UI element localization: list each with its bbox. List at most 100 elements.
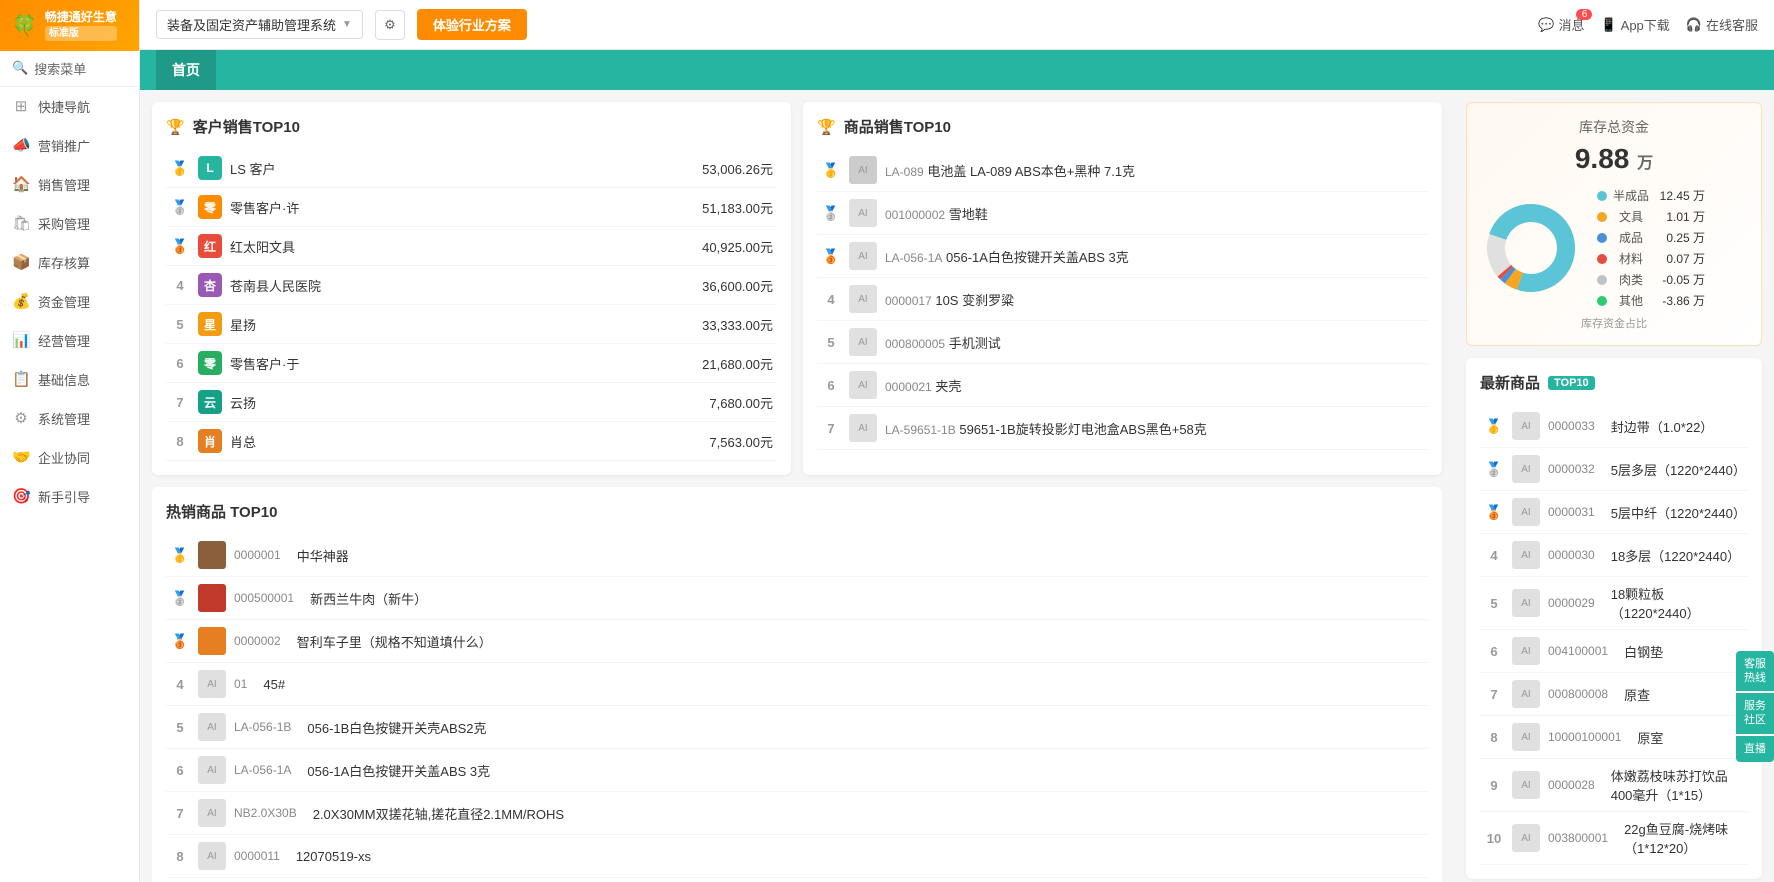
hot-product-item: 7 AI NB2.0X30B 2.0X30MM双搓花轴,搓花直径2.1MM/RO… (166, 792, 1428, 835)
sidebar-item-basics[interactable]: 📋 基础信息 (0, 360, 139, 399)
app-download-button[interactable]: 📱 App下载 (1600, 15, 1669, 34)
rank-avatar: 杏 (198, 273, 222, 297)
new-product-item: 4 AI 0000030 18多层（1220*2440） (1480, 534, 1748, 577)
new-product-item: 6 AI 004100001 白钢垫 (1480, 630, 1748, 673)
rank-item: 7 云 云扬 7,680.00元 (166, 383, 777, 422)
quick-nav-icon: ⊞ (12, 97, 30, 115)
logo-icon: 🍀 (12, 13, 37, 38)
message-button[interactable]: 💬 消息 6 (1538, 15, 1584, 34)
product-image (198, 584, 226, 612)
product-image: AI (198, 670, 226, 698)
sidebar-item-inventory[interactable]: 📦 库存核算 (0, 243, 139, 282)
product-image: AI (198, 799, 226, 827)
rank-number: 5 (821, 335, 841, 350)
sidebar-item-sales[interactable]: 🏠 销售管理 (0, 165, 139, 204)
rank-name: LS 客户 (230, 159, 694, 178)
rank-value: 40,925.00元 (702, 237, 773, 256)
rank-number: 6 (170, 763, 190, 778)
rank-value: 21,680.00元 (702, 354, 773, 373)
sidebar-item-label: 营销推广 (38, 136, 90, 155)
customer-ranking-card: 🏆 客户销售TOP10 🥇 L LS 客户 53,006.26元 🥈 零 (152, 102, 791, 475)
legend-item: 半成品 12.45 万 (1597, 187, 1705, 204)
rank-number: 6 (170, 356, 190, 371)
hot-products-list: 🥇 0000001 中华神器 🥈 000500001 新西兰牛肉（新牛） 🥉 (166, 534, 1428, 882)
rank-value: 51,183.00元 (702, 198, 773, 217)
sidebar-item-purchase[interactable]: 🛍 采购管理 (0, 204, 139, 243)
rank-value: 7,563.00元 (709, 432, 773, 451)
rank-number: 7 (821, 421, 841, 436)
sidebar-item-guide[interactable]: 🎯 新手引导 (0, 477, 139, 516)
sidebar-item-label: 企业协同 (38, 448, 90, 467)
rank-item: 8 肖 肖总 7,563.00元 (166, 422, 777, 461)
new-product-item: 🥉 AI 0000031 5层中纤（1220*2440） (1480, 491, 1748, 534)
tab-home[interactable]: 首页 (156, 50, 216, 90)
float-buttons: 客服热线 服务社区 直播 (1736, 651, 1774, 762)
legend-dot (1597, 191, 1607, 201)
product-image (198, 627, 226, 655)
rank-number: 🥉 (170, 238, 190, 255)
rank-number: 5 (1484, 596, 1504, 611)
rank-number: 8 (170, 849, 190, 864)
hot-product-item: 🥉 0000002 智利车子里（规格不知道填什么） (166, 620, 1428, 663)
prod-rank-item: 4 AI 0000017 10S 变刹罗粱 (817, 278, 1428, 321)
search-label: 搜索菜单 (34, 59, 86, 78)
legend-item: 材料 0.07 万 (1597, 250, 1705, 267)
sidebar-item-operations[interactable]: 📊 经营管理 (0, 321, 139, 360)
sidebar-item-marketing[interactable]: 📣 营销推广 (0, 126, 139, 165)
rank-number: 🥈 (821, 205, 841, 222)
product-image: AI (849, 156, 877, 184)
product-image: AI (1512, 412, 1540, 440)
system-selector[interactable]: 装备及固定资产辅助管理系统 ▼ (156, 10, 363, 39)
rank-avatar: 零 (198, 351, 222, 375)
rank-number: 9 (1484, 778, 1504, 793)
prod-rank-item: 🥈 AI 001000002 雪地鞋 (817, 192, 1428, 235)
sidebar-item-label: 销售管理 (38, 175, 90, 194)
settings-button[interactable]: ⚙ (375, 10, 405, 40)
product-info: LA-089 电池盖 LA-089 ABS本色+黑种 7.1克 (885, 161, 1424, 180)
legend-item: 肉类 -0.05 万 (1597, 271, 1705, 288)
new-products-card: 最新商品 TOP10 🥇 AI 0000033 封边带（1.0*22） 🥈 AI… (1466, 358, 1762, 879)
customer-service-button[interactable]: 客服热线 (1736, 651, 1774, 692)
rank-number: 8 (170, 434, 190, 449)
prod-rank-item: 5 AI 000800005 手机测试 (817, 321, 1428, 364)
sidebar-item-system[interactable]: ⚙ 系统管理 (0, 399, 139, 438)
prod-rank-item: 🥇 AI LA-089 电池盖 LA-089 ABS本色+黑种 7.1克 (817, 149, 1428, 192)
legend-dot (1597, 296, 1607, 306)
online-service-button[interactable]: 🎧 在线客服 (1686, 15, 1758, 34)
guide-icon: 🎯 (12, 487, 30, 505)
sidebar-item-quick-nav[interactable]: ⊞ 快捷导航 (0, 87, 139, 126)
rank-avatar: L (198, 156, 222, 180)
rank-number: 7 (170, 806, 190, 821)
product-rank-list: 🥇 AI LA-089 电池盖 LA-089 ABS本色+黑种 7.1克 🥈 A… (817, 149, 1428, 450)
product-ranking-title: 🏆 商品销售TOP10 (817, 116, 1428, 137)
search-menu[interactable]: 🔍 搜索菜单 (0, 51, 139, 87)
rank-number: 6 (821, 378, 841, 393)
sidebar-item-collab[interactable]: 🤝 企业协同 (0, 438, 139, 477)
new-product-item: 🥇 AI 0000033 封边带（1.0*22） (1480, 405, 1748, 448)
hot-products-title: 热销商品 TOP10 (166, 501, 1428, 522)
rank-number: 🥉 (170, 633, 190, 650)
trial-button[interactable]: 体验行业方案 (417, 9, 527, 40)
new-product-item: 5 AI 0000029 18颗粒板（1220*2440） (1480, 577, 1748, 630)
product-image: AI (849, 414, 877, 442)
operations-icon: 📊 (12, 331, 30, 349)
legend-item: 文具 1.01 万 (1597, 208, 1705, 225)
nav-bar: 首页 (140, 50, 1774, 90)
hot-products-card: 热销商品 TOP10 🥇 0000001 中华神器 🥈 000500001 新西… (152, 487, 1442, 882)
legend: 半成品 12.45 万 文具 1.01 万 成品 0.25 万 (1597, 187, 1705, 309)
legend-dot (1597, 275, 1607, 285)
message-badge: 6 (1576, 9, 1592, 20)
trophy-icon: 🏆 (166, 118, 185, 136)
donut-container: 半成品 12.45 万 文具 1.01 万 成品 0.25 万 (1481, 187, 1747, 309)
service-community-button[interactable]: 服务社区 (1736, 693, 1774, 734)
rank-name: 零售客户·于 (230, 354, 694, 373)
prod-rank-item: 6 AI 0000021 夹壳 (817, 364, 1428, 407)
sidebar-item-finance[interactable]: 💰 资金管理 (0, 282, 139, 321)
rank-name: 肖总 (230, 432, 701, 451)
rank-number: 4 (170, 677, 190, 692)
live-button[interactable]: 直播 (1736, 736, 1774, 762)
rank-number: 7 (1484, 687, 1504, 702)
hot-product-item: 5 AI LA-056-1B 056-1B白色按键开关壳ABS2克 (166, 706, 1428, 749)
prod-rank-item: 🥉 AI LA-056-1A 056-1A白色按键开关盖ABS 3克 (817, 235, 1428, 278)
new-products-badge: TOP10 (1548, 376, 1595, 390)
